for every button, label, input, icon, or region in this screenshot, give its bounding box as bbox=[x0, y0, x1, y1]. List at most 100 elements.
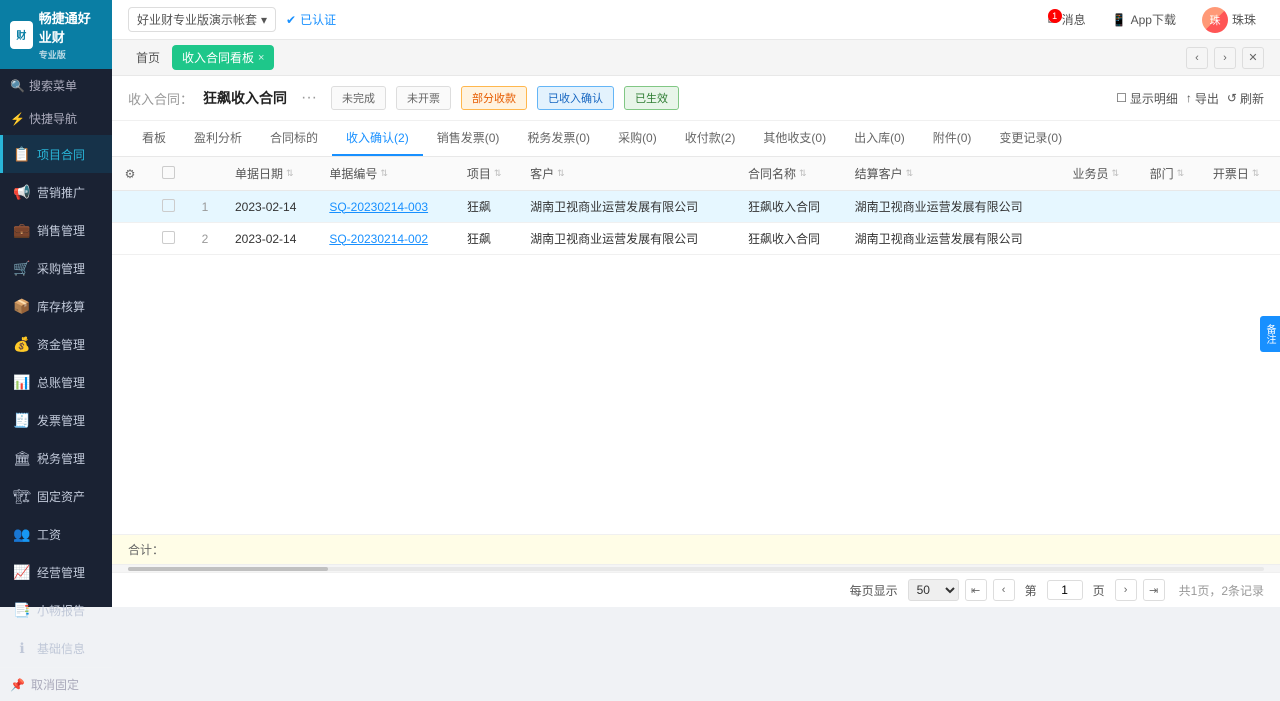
select-all-checkbox[interactable] bbox=[162, 166, 175, 179]
col-contractname-header[interactable]: 合同名称 ⇅ bbox=[738, 157, 845, 191]
sort-date[interactable]: 单据日期 ⇅ bbox=[235, 165, 309, 182]
more-options-icon[interactable]: ··· bbox=[297, 89, 321, 107]
contract-actions: ☐ 显示明细 ↑ 导出 ↺ 刷新 bbox=[1116, 90, 1264, 107]
fixed-assets-icon: 🏗 bbox=[13, 487, 31, 505]
col-department-header[interactable]: 部门 ⇅ bbox=[1140, 157, 1203, 191]
sort-icon-date: ⇅ bbox=[286, 168, 294, 179]
tab-close-all-button[interactable]: ✕ bbox=[1242, 47, 1264, 69]
scrollbar-track[interactable] bbox=[128, 567, 1264, 571]
sort-project[interactable]: 项目 ⇅ bbox=[467, 165, 510, 182]
tab-other-receipt[interactable]: 其他收支(0) bbox=[749, 121, 840, 156]
col-project-header[interactable]: 项目 ⇅ bbox=[457, 157, 520, 191]
export-button[interactable]: ↑ 导出 bbox=[1186, 90, 1219, 107]
contract-header: 收入合同： 狂飙收入合同 ··· 未完成 未开票 部分收款 已收入确认 已生效 … bbox=[112, 76, 1280, 121]
sidebar-search[interactable]: 🔍 搜索菜单 bbox=[0, 69, 112, 102]
company-selector[interactable]: 好业财专业版演示帐套 ▾ bbox=[128, 7, 276, 32]
col-opendate-header[interactable]: 开票日 ⇅ bbox=[1203, 157, 1280, 191]
status-effective[interactable]: 已生效 bbox=[624, 86, 679, 110]
status-confirmed[interactable]: 已收入确认 bbox=[537, 86, 614, 110]
sidebar-item-project[interactable]: 📋 项目合同 bbox=[0, 135, 112, 173]
sidebar-item-general[interactable]: 📊 总账管理 bbox=[0, 363, 112, 401]
refresh-button[interactable]: ↺ 刷新 bbox=[1227, 90, 1264, 107]
sidebar-quicknav[interactable]: ⚡ 快捷导航 bbox=[0, 102, 112, 135]
col-salesperson-header[interactable]: 业务员 ⇅ bbox=[1062, 157, 1139, 191]
tab-standard[interactable]: 合同标的 bbox=[256, 121, 332, 156]
sidebar: 财 畅捷通好业财 专业版 🔍 搜索菜单 ⚡ 快捷导航 📋 项目合同 📢 营销推广… bbox=[0, 0, 112, 607]
col-settlecustomer-header[interactable]: 结算客户 ⇅ bbox=[845, 157, 1063, 191]
sidebar-item-inventory[interactable]: 📦 库存核算 bbox=[0, 287, 112, 325]
col-date-header[interactable]: 单据日期 ⇅ bbox=[225, 157, 319, 191]
table-footer: 合计： bbox=[112, 534, 1280, 564]
sidebar-item-invoice[interactable]: 🧾 发票管理 bbox=[0, 401, 112, 439]
row-checkbox-1[interactable] bbox=[152, 223, 185, 255]
sort-customer[interactable]: 客户 ⇅ bbox=[530, 165, 728, 182]
detail-checkbox[interactable]: ☐ bbox=[1116, 91, 1127, 105]
sort-salesperson[interactable]: 业务员 ⇅ bbox=[1072, 165, 1129, 182]
tab-home[interactable]: 首页 bbox=[128, 45, 168, 70]
show-detail-button[interactable]: ☐ 显示明细 bbox=[1116, 90, 1178, 107]
sidebar-item-reports[interactable]: 📑 小畅报告 bbox=[0, 591, 112, 629]
scrollbar-thumb[interactable] bbox=[128, 567, 328, 571]
status-partial-receipt[interactable]: 部分收款 bbox=[461, 86, 527, 110]
sticky-note[interactable]: 备注 bbox=[1260, 316, 1280, 352]
message-button[interactable]: ✉ 1 消息 bbox=[1040, 7, 1094, 32]
page-number-input[interactable] bbox=[1047, 580, 1083, 600]
page-first-button[interactable]: ⇤ bbox=[965, 579, 987, 601]
tab-kanban[interactable]: 看板 bbox=[128, 121, 180, 156]
col-customer-header[interactable]: 客户 ⇅ bbox=[520, 157, 738, 191]
sort-department[interactable]: 部门 ⇅ bbox=[1150, 165, 1193, 182]
tab-next-button[interactable]: › bbox=[1214, 47, 1236, 69]
row-check-1[interactable] bbox=[162, 231, 175, 244]
row-checkbox-0[interactable] bbox=[152, 191, 185, 223]
app-name: 畅捷通好业财 bbox=[39, 8, 102, 46]
sidebar-item-marketing[interactable]: 📢 营销推广 bbox=[0, 173, 112, 211]
status-incomplete[interactable]: 未完成 bbox=[331, 86, 386, 110]
tab-close-icon[interactable]: × bbox=[258, 52, 264, 64]
sales-icon: 💼 bbox=[13, 221, 31, 239]
sidebar-item-tax[interactable]: 🏛 税务管理 bbox=[0, 439, 112, 477]
cancel-pin-button[interactable]: 📌 取消固定 bbox=[0, 668, 112, 701]
row-check-0[interactable] bbox=[162, 199, 175, 212]
sidebar-item-basic-info[interactable]: ℹ 基础信息 bbox=[0, 629, 112, 667]
tab-prev-button[interactable]: ‹ bbox=[1186, 47, 1208, 69]
tab-purchase[interactable]: 采购(0) bbox=[604, 121, 671, 156]
sidebar-item-hr[interactable]: 👥 工资 bbox=[0, 515, 112, 553]
sort-settlecustomer[interactable]: 结算客户 ⇅ bbox=[855, 165, 1053, 182]
app-download-button[interactable]: 📱 App下载 bbox=[1104, 7, 1184, 32]
sidebar-item-purchase[interactable]: 🛒 采购管理 bbox=[0, 249, 112, 287]
horizontal-scrollbar[interactable] bbox=[112, 564, 1280, 572]
user-profile[interactable]: 珠 珠珠 bbox=[1194, 3, 1264, 37]
tab-payment[interactable]: 收付款(2) bbox=[671, 121, 750, 156]
sort-docno[interactable]: 单据编号 ⇅ bbox=[329, 165, 447, 182]
page-next-button[interactable]: › bbox=[1115, 579, 1137, 601]
sort-contractname[interactable]: 合同名称 ⇅ bbox=[748, 165, 835, 182]
sidebar-item-fixed-assets[interactable]: 🏗 固定资产 bbox=[0, 477, 112, 515]
tab-in-out-store[interactable]: 出入库(0) bbox=[840, 121, 919, 156]
sidebar-item-sales[interactable]: 💼 销售管理 bbox=[0, 211, 112, 249]
tab-income-confirm[interactable]: 收入确认(2) bbox=[332, 121, 423, 156]
sidebar-item-general-label: 总账管理 bbox=[37, 374, 85, 391]
tab-contract-board[interactable]: 收入合同看板 × bbox=[172, 45, 274, 70]
user-name: 珠珠 bbox=[1232, 11, 1256, 28]
tab-profit[interactable]: 盈利分析 bbox=[180, 121, 256, 156]
col-docno-header[interactable]: 单据编号 ⇅ bbox=[319, 157, 457, 191]
row-docno-0[interactable]: SQ-20230214-003 bbox=[319, 191, 457, 223]
sub-tabs: 看板 盈利分析 合同标的 收入确认(2) 销售发票(0) 税务发票(0) 采购(… bbox=[112, 121, 1280, 157]
sidebar-item-ops[interactable]: 📈 经营管理 bbox=[0, 553, 112, 591]
page-prev-button[interactable]: ‹ bbox=[993, 579, 1015, 601]
table-row: 2 2023-02-14 SQ-20230214-002 狂飙 湖南卫视商业运营… bbox=[112, 223, 1280, 255]
settings-gear-icon[interactable]: ⚙ bbox=[122, 166, 138, 182]
status-uninvoiced[interactable]: 未开票 bbox=[396, 86, 451, 110]
page-last-button[interactable]: ⇥ bbox=[1143, 579, 1165, 601]
tab-sales-invoice[interactable]: 销售发票(0) bbox=[423, 121, 514, 156]
row-customer-1: 湖南卫视商业运营发展有限公司 bbox=[520, 223, 738, 255]
tab-attachment[interactable]: 附件(0) bbox=[919, 121, 986, 156]
per-page-select[interactable]: 20 50 100 bbox=[908, 579, 959, 601]
sidebar-item-funds[interactable]: 💰 资金管理 bbox=[0, 325, 112, 363]
company-dropdown-icon: ▾ bbox=[261, 13, 267, 27]
message-label: 消息 bbox=[1062, 11, 1086, 28]
tab-tax-invoice[interactable]: 税务发票(0) bbox=[513, 121, 604, 156]
tab-change-log[interactable]: 变更记录(0) bbox=[985, 121, 1076, 156]
row-docno-1[interactable]: SQ-20230214-002 bbox=[319, 223, 457, 255]
sort-opendate[interactable]: 开票日 ⇅ bbox=[1213, 165, 1270, 182]
